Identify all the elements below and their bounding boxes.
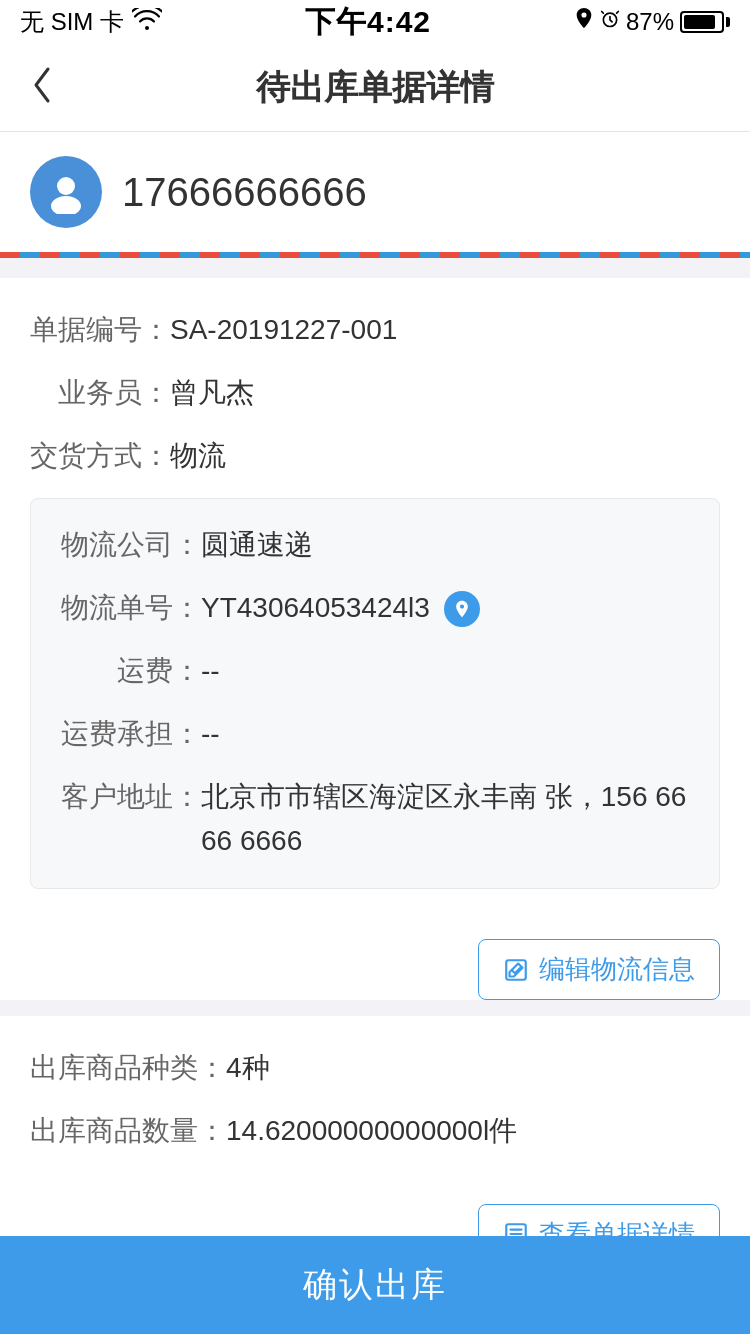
- status-right: 87%: [574, 8, 730, 36]
- tracking-number-text: YT43064053424l3: [201, 586, 430, 631]
- freight-bearer-value: --: [201, 712, 689, 757]
- confirm-button-container: 确认出库: [0, 1236, 750, 1334]
- freight-row: 运费： --: [61, 649, 689, 694]
- status-bar: 无 SIM 卡 下午4:42: [0, 0, 750, 44]
- freight-label: 运费：: [61, 649, 201, 694]
- logistics-card: 物流公司： 圆通速递 物流单号： YT43064053424l3 运费： --: [30, 498, 720, 889]
- freight-value: --: [201, 649, 689, 694]
- goods-type-value: 4种: [226, 1046, 720, 1091]
- page-title: 待出库单据详情: [256, 65, 494, 111]
- document-number-value: SA-20191227-001: [170, 308, 720, 353]
- document-number-label: 单据编号：: [30, 308, 170, 353]
- delivery-method-label: 交货方式：: [30, 434, 170, 479]
- user-phone: 17666666666: [122, 170, 367, 215]
- tracking-number-row: 物流单号： YT43064053424l3: [61, 586, 689, 631]
- dashed-divider: [0, 252, 750, 258]
- location-status-icon: [574, 8, 594, 36]
- carrier-text: 无 SIM 卡: [20, 6, 124, 38]
- sales-person-row: 业务员： 曾凡杰: [30, 371, 720, 416]
- delivery-method-row: 交货方式： 物流: [30, 434, 720, 479]
- logistics-company-value: 圆通速递: [201, 523, 689, 568]
- address-label: 客户地址：: [61, 775, 201, 820]
- tracking-number-label: 物流单号：: [61, 586, 201, 631]
- freight-bearer-row: 运费承担： --: [61, 712, 689, 757]
- nav-bar: 待出库单据详情: [0, 44, 750, 132]
- edit-logistics-button[interactable]: 编辑物流信息: [478, 939, 720, 1000]
- address-value: 北京市市辖区海淀区永丰南 张，156 6666 6666: [201, 775, 689, 865]
- tracking-location-icon[interactable]: [444, 591, 480, 627]
- time-display: 下午4:42: [305, 2, 431, 43]
- back-button[interactable]: [30, 65, 54, 111]
- goods-type-label: 出库商品种类：: [30, 1046, 226, 1091]
- delivery-method-value: 物流: [170, 434, 720, 479]
- sales-person-value: 曾凡杰: [170, 371, 720, 416]
- battery-percent: 87%: [626, 8, 674, 36]
- logistics-company-row: 物流公司： 圆通速递: [61, 523, 689, 568]
- document-info-section: 单据编号： SA-20191227-001 业务员： 曾凡杰 交货方式： 物流 …: [0, 278, 750, 919]
- svg-point-1: [57, 177, 75, 195]
- logistics-company-label: 物流公司：: [61, 523, 201, 568]
- edit-logistics-label: 编辑物流信息: [539, 952, 695, 987]
- edit-button-row: 编辑物流信息: [0, 919, 750, 1000]
- user-row: 17666666666: [0, 132, 750, 252]
- goods-quantity-label: 出库商品数量：: [30, 1109, 226, 1154]
- goods-info-section: 出库商品种类： 4种 出库商品数量： 14.62000000000000l件: [0, 1016, 750, 1184]
- tracking-number-value: YT43064053424l3: [201, 586, 689, 631]
- section-divider-1: [0, 1000, 750, 1016]
- address-row: 客户地址： 北京市市辖区海淀区永丰南 张，156 6666 6666: [61, 775, 689, 865]
- freight-bearer-label: 运费承担：: [61, 712, 201, 757]
- battery-icon: [680, 11, 730, 33]
- goods-quantity-row: 出库商品数量： 14.62000000000000l件: [30, 1109, 720, 1154]
- goods-quantity-value: 14.62000000000000l件: [226, 1109, 720, 1154]
- confirm-button[interactable]: 确认出库: [303, 1265, 447, 1303]
- document-number-row: 单据编号： SA-20191227-001: [30, 308, 720, 353]
- alarm-icon: [600, 8, 620, 36]
- sales-person-label: 业务员：: [30, 371, 170, 416]
- svg-point-2: [51, 196, 81, 214]
- wifi-icon: [132, 8, 162, 36]
- status-left: 无 SIM 卡: [20, 6, 162, 38]
- goods-type-row: 出库商品种类： 4种: [30, 1046, 720, 1091]
- avatar: [30, 156, 102, 228]
